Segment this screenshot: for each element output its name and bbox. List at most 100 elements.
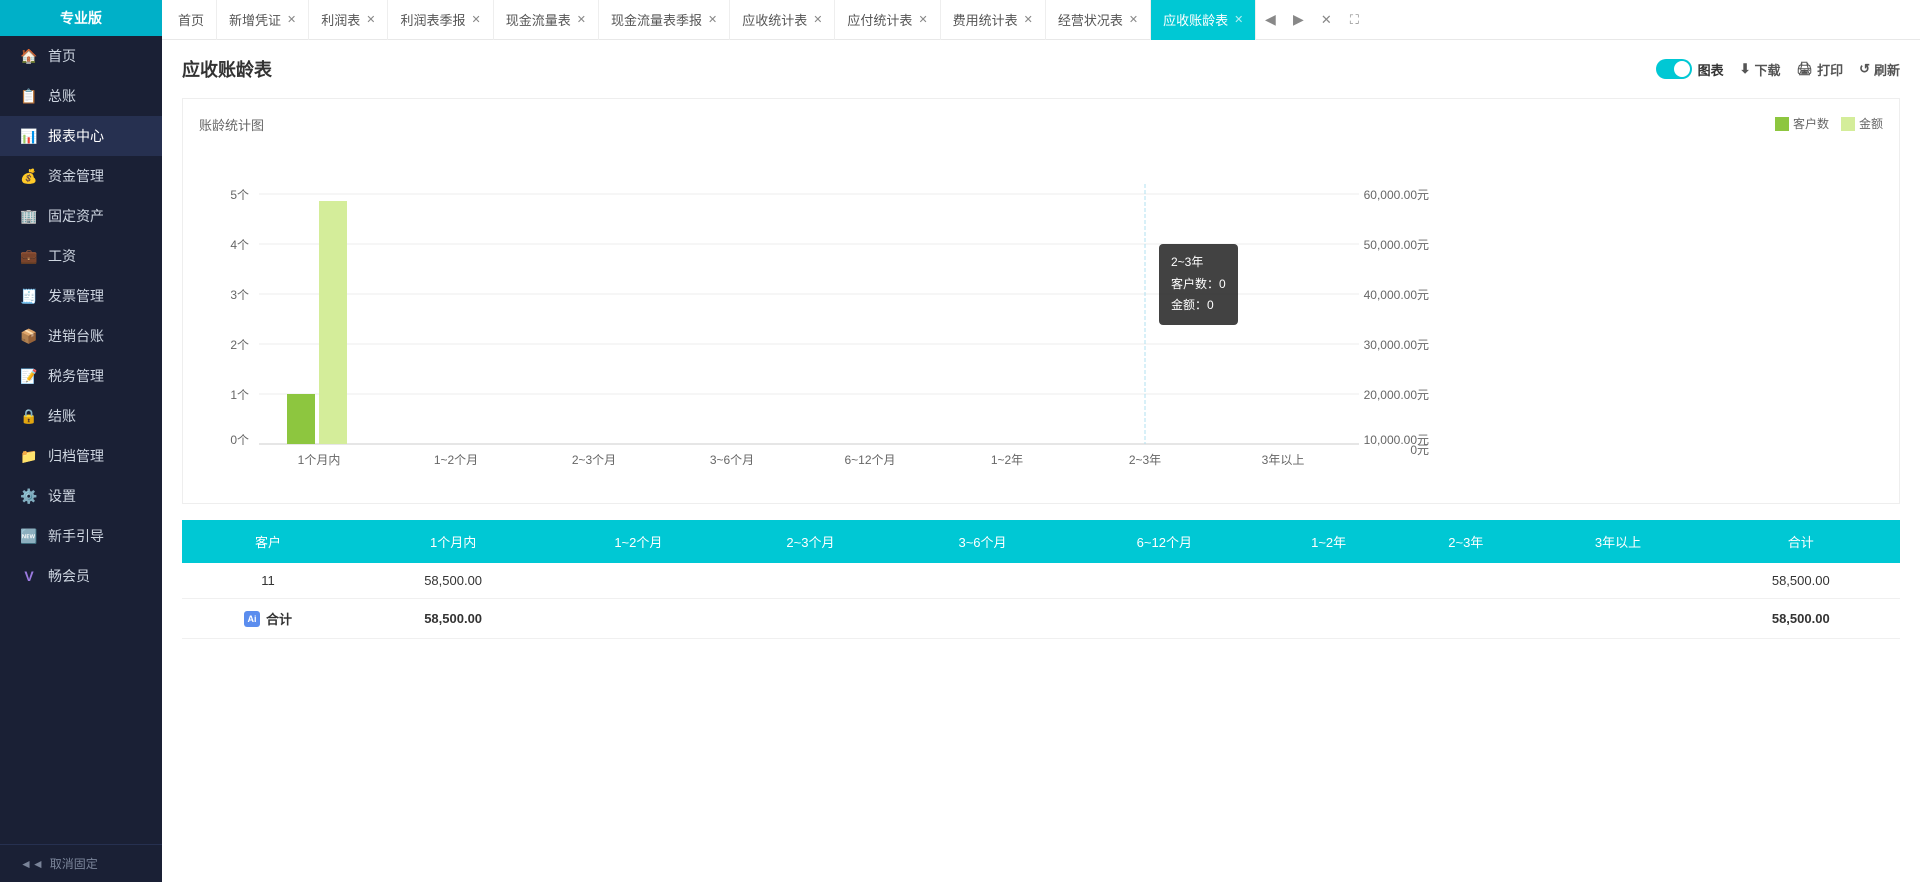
sidebar-item-label: 进销台账 bbox=[48, 326, 104, 346]
tab-ar-stat[interactable]: 应收统计表 ✕ bbox=[730, 0, 835, 40]
pin-toggle-button[interactable]: ◄◄ 取消固定 bbox=[0, 844, 162, 882]
tab-close-icon[interactable]: ✕ bbox=[1234, 13, 1243, 26]
tab-label: 首页 bbox=[178, 10, 204, 29]
sidebar-item-asset[interactable]: 🏢 固定资产 bbox=[0, 196, 162, 236]
sidebar-item-tax[interactable]: 📝 税务管理 bbox=[0, 356, 162, 396]
refresh-label: 刷新 bbox=[1874, 60, 1900, 79]
sidebar-item-label: 总账 bbox=[48, 86, 76, 106]
sidebar-item-archive[interactable]: 📁 归档管理 bbox=[0, 436, 162, 476]
svg-text:0个: 0个 bbox=[230, 433, 249, 447]
sidebar-item-fund[interactable]: 💰 资金管理 bbox=[0, 156, 162, 196]
chart-toggle[interactable] bbox=[1656, 59, 1692, 79]
tab-close-icon[interactable]: ✕ bbox=[1024, 13, 1033, 26]
cell-total-sum: 58,500.00 bbox=[1702, 599, 1900, 639]
bar-customers-0 bbox=[287, 394, 315, 444]
total-icon: Ai bbox=[244, 611, 260, 627]
tab-close-icon[interactable]: ✕ bbox=[708, 13, 717, 26]
close-accounts-icon: 🔒 bbox=[20, 407, 38, 425]
cell-y2 bbox=[1260, 563, 1397, 599]
tab-bar: 首页 新增凭证 ✕ 利润表 ✕ 利润表季报 ✕ 现金流量表 ✕ 现金流量表季报 … bbox=[162, 0, 1920, 40]
invoice-icon: 🧾 bbox=[20, 287, 38, 305]
tab-label: 费用统计表 bbox=[953, 10, 1018, 29]
cell-total-label: Ai 合计 bbox=[182, 599, 354, 639]
tab-voucher[interactable]: 新增凭证 ✕ bbox=[217, 0, 309, 40]
archive-icon: 📁 bbox=[20, 447, 38, 465]
legend-amount-label: 金额 bbox=[1859, 115, 1883, 132]
sidebar-item-label: 资金管理 bbox=[48, 166, 104, 186]
main-area: 首页 新增凭证 ✕ 利润表 ✕ 利润表季报 ✕ 现金流量表 ✕ 现金流量表季报 … bbox=[162, 0, 1920, 882]
download-icon: ⬇ bbox=[1740, 61, 1751, 77]
tab-ar-age[interactable]: 应收账龄表 ✕ bbox=[1151, 0, 1256, 40]
tab-maximize-button[interactable]: ⛶ bbox=[1340, 6, 1368, 34]
download-button[interactable]: ⬇ 下载 bbox=[1740, 60, 1781, 79]
stock-icon: 📦 bbox=[20, 327, 38, 345]
tab-home[interactable]: 首页 bbox=[166, 0, 217, 40]
tab-cashflow-q[interactable]: 现金流量表季报 ✕ bbox=[599, 0, 730, 40]
tab-close-icon[interactable]: ✕ bbox=[287, 13, 296, 26]
tab-label: 应付统计表 bbox=[847, 10, 912, 29]
sidebar-item-invoice[interactable]: 🧾 发票管理 bbox=[0, 276, 162, 316]
data-table: 客户 1个月内 1~2个月 2~3个月 3~6个月 6~12个月 1~2年 2~… bbox=[182, 520, 1900, 639]
svg-text:30,000.00元: 30,000.00元 bbox=[1364, 338, 1429, 352]
sidebar-item-ledger[interactable]: 📋 总账 bbox=[0, 76, 162, 116]
sidebar-item-label: 首页 bbox=[48, 46, 76, 66]
sidebar-item-home[interactable]: 🏠 首页 bbox=[0, 36, 162, 76]
col-header-m3: 2~3个月 bbox=[724, 520, 896, 563]
tab-close-all-button[interactable]: ✕ bbox=[1312, 6, 1340, 34]
tab-expense[interactable]: 费用统计表 ✕ bbox=[941, 0, 1046, 40]
home-icon: 🏠 bbox=[20, 47, 38, 65]
page-actions: 图表 ⬇ 下载 🖨 打印 ↺ 刷新 bbox=[1656, 59, 1900, 79]
content-area: 应收账龄表 图表 ⬇ 下载 🖨 打印 ↺ 刷新 bbox=[162, 40, 1920, 882]
tab-biz[interactable]: 经营状况表 ✕ bbox=[1046, 0, 1151, 40]
print-button[interactable]: 🖨 打印 bbox=[1797, 60, 1844, 79]
tab-profit-q[interactable]: 利润表季报 ✕ bbox=[388, 0, 493, 40]
chart-title: 账龄统计图 bbox=[199, 115, 1883, 134]
col-header-m1: 1个月内 bbox=[354, 520, 552, 563]
download-label: 下载 bbox=[1755, 60, 1781, 79]
sidebar-item-setting[interactable]: ⚙️ 设置 bbox=[0, 476, 162, 516]
member-icon: V bbox=[20, 567, 38, 585]
tab-close-icon[interactable]: ✕ bbox=[577, 13, 586, 26]
sidebar-item-member[interactable]: V 畅会员 bbox=[0, 556, 162, 596]
tab-ap-stat[interactable]: 应付统计表 ✕ bbox=[835, 0, 940, 40]
tab-close-icon[interactable]: ✕ bbox=[813, 13, 822, 26]
sidebar-item-label: 工资 bbox=[48, 246, 76, 266]
app-logo: 专业版 bbox=[0, 0, 162, 36]
sidebar-item-guide[interactable]: 🆕 新手引导 bbox=[0, 516, 162, 556]
tab-close-icon[interactable]: ✕ bbox=[472, 13, 481, 26]
refresh-icon: ↺ bbox=[1859, 61, 1870, 77]
svg-text:3~6个月: 3~6个月 bbox=[710, 453, 754, 467]
legend-customers: 客户数 bbox=[1775, 115, 1829, 132]
asset-icon: 🏢 bbox=[20, 207, 38, 225]
cell-total-ymore bbox=[1534, 599, 1701, 639]
tab-close-icon[interactable]: ✕ bbox=[366, 13, 375, 26]
tab-close-icon[interactable]: ✕ bbox=[1129, 13, 1138, 26]
chart-area: 账龄统计图 客户数 金额 5个 4个 3个 2个 1个 bbox=[182, 98, 1900, 504]
tab-close-icon[interactable]: ✕ bbox=[918, 13, 927, 26]
col-header-y2: 1~2年 bbox=[1260, 520, 1397, 563]
tab-label: 利润表 bbox=[321, 10, 360, 29]
svg-text:5个: 5个 bbox=[230, 188, 249, 202]
tab-prev-button[interactable]: ◀ bbox=[1256, 6, 1284, 34]
tab-cashflow[interactable]: 现金流量表 ✕ bbox=[494, 0, 599, 40]
cell-total-y3 bbox=[1397, 599, 1534, 639]
tab-next-button[interactable]: ▶ bbox=[1284, 6, 1312, 34]
col-header-m2: 1~2个月 bbox=[552, 520, 724, 563]
col-header-y3: 2~3年 bbox=[1397, 520, 1534, 563]
sidebar-item-label: 畅会员 bbox=[48, 566, 90, 586]
refresh-button[interactable]: ↺ 刷新 bbox=[1859, 60, 1900, 79]
svg-text:1~2个月: 1~2个月 bbox=[434, 453, 478, 467]
sidebar-item-label: 设置 bbox=[48, 486, 76, 506]
sidebar: 专业版 🏠 首页 📋 总账 📊 报表中心 💰 资金管理 🏢 固定资产 💼 工资 … bbox=[0, 0, 162, 882]
sidebar-item-report[interactable]: 📊 报表中心 bbox=[0, 116, 162, 156]
chart-svg: 5个 4个 3个 2个 1个 0个 60,000.00元 50,000.00元 … bbox=[199, 144, 1439, 484]
sidebar-item-close[interactable]: 🔒 结账 bbox=[0, 396, 162, 436]
tab-label: 经营状况表 bbox=[1058, 10, 1123, 29]
sidebar-item-salary[interactable]: 💼 工资 bbox=[0, 236, 162, 276]
sidebar-item-stock[interactable]: 📦 进销台账 bbox=[0, 316, 162, 356]
chart-toggle-wrap: 图表 bbox=[1656, 59, 1724, 79]
tab-profit[interactable]: 利润表 ✕ bbox=[309, 0, 388, 40]
col-header-m6: 3~6个月 bbox=[896, 520, 1068, 563]
report-icon: 📊 bbox=[20, 127, 38, 145]
sidebar-item-label: 税务管理 bbox=[48, 366, 104, 386]
